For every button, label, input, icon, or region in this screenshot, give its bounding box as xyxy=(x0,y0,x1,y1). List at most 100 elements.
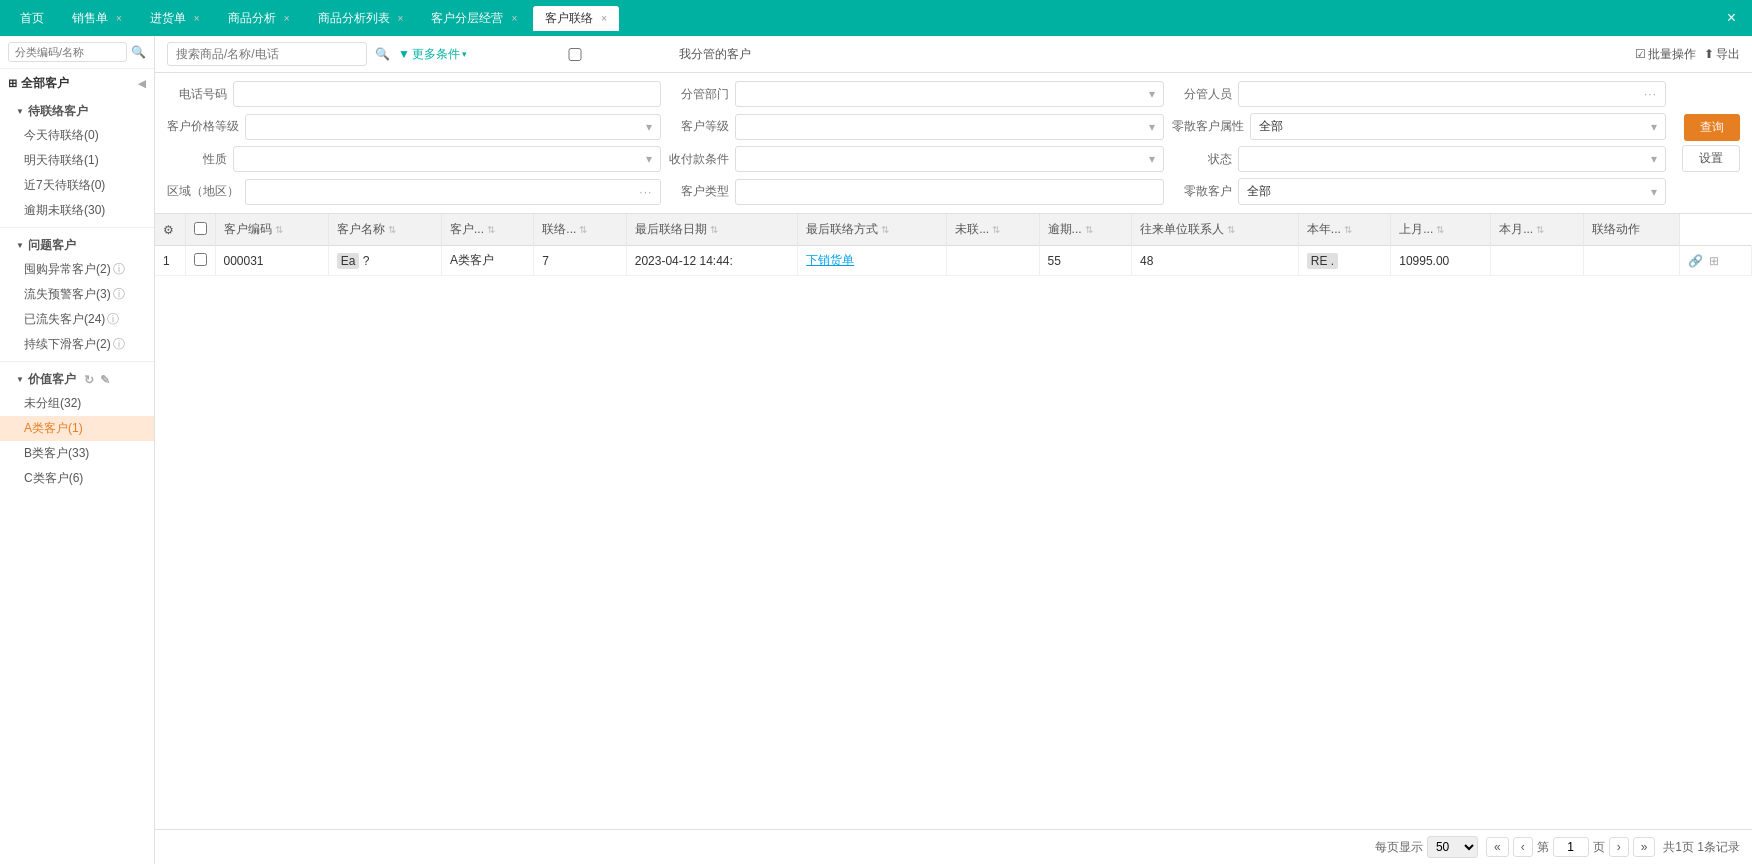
adv-field-phone: 电话号码 xyxy=(167,81,661,107)
sidebar-item-b-class[interactable]: B类客户(33) xyxy=(0,441,154,466)
sidebar-item-churn-warning[interactable]: 流失预警客户(3) ⓘ xyxy=(0,282,154,307)
edit-icon[interactable]: ✎ xyxy=(100,373,110,387)
th-name[interactable]: 客户名称 ⇅ xyxy=(328,214,441,246)
sidebar-item-declining[interactable]: 持续下滑客户(2) ⓘ xyxy=(0,332,154,357)
window-close-button[interactable]: × xyxy=(1719,9,1744,27)
region-select[interactable]: ··· xyxy=(245,179,661,205)
person-select[interactable]: ··· xyxy=(1238,81,1666,107)
phone-input[interactable] xyxy=(233,81,661,107)
row-action-grid-icon[interactable]: ⊞ xyxy=(1709,254,1719,268)
th-last-contact-date[interactable]: 最后联络日期 ⇅ xyxy=(626,214,797,246)
th-current-year[interactable]: 本年... ⇅ xyxy=(1298,214,1390,246)
sidebar-item-7days[interactable]: 近7天待联络(0) xyxy=(0,173,154,198)
row-checkbox[interactable] xyxy=(194,253,207,266)
sort-icon-overdue: ⇅ xyxy=(1085,224,1093,235)
filter-more-btn[interactable]: ▼ 更多条件 ▾ xyxy=(398,46,467,63)
nav-item-purchase[interactable]: 进货单 × xyxy=(138,6,212,31)
declining-label: 持续下滑客户(2) xyxy=(24,336,111,353)
customer-level-select[interactable]: ▾ xyxy=(735,114,1163,140)
search-input[interactable] xyxy=(167,42,367,66)
sort-icon-last-month: ⇅ xyxy=(1436,224,1444,235)
adv-filter-row-1: 电话号码 分管部门 ▾ 分管人员 xyxy=(167,81,1666,107)
sidebar-item-hoarding[interactable]: 囤购异常客户(2) ⓘ xyxy=(0,257,154,282)
payment-select[interactable]: ▾ xyxy=(735,146,1163,172)
page-number-input[interactable] xyxy=(1553,837,1589,857)
th-this-month[interactable]: 本月... ⇅ xyxy=(1491,214,1583,246)
refresh-icon[interactable]: ↻ xyxy=(84,373,94,387)
sidebar-item-overdue[interactable]: 逾期未联络(30) xyxy=(0,198,154,223)
th-contact-count[interactable]: 联络... ⇅ xyxy=(534,214,626,246)
sidebar-item-unclassified[interactable]: 未分组(32) xyxy=(0,391,154,416)
export-icon: ⬆ xyxy=(1704,47,1714,61)
query-button[interactable]: 查询 xyxy=(1684,114,1740,141)
th-settings[interactable]: ⚙ xyxy=(155,214,185,246)
sidebar-collapse-btn[interactable]: ◀ xyxy=(138,78,146,89)
nav-item-analysis[interactable]: 商品分析 × xyxy=(216,6,302,31)
nav-close-sales[interactable]: × xyxy=(116,13,122,24)
nav-item-home[interactable]: 首页 xyxy=(8,6,56,31)
hoarding-label: 囤购异常客户(2) xyxy=(24,261,111,278)
th-customer-type[interactable]: 客户... ⇅ xyxy=(441,214,533,246)
sidebar-group-problem[interactable]: ▼ 问题客户 xyxy=(0,232,154,257)
page-size-select[interactable]: 20 50 100 xyxy=(1427,836,1478,858)
row-contact-count: 7 xyxy=(542,254,549,268)
sidebar-group-pending[interactable]: ▼ 待联络客户 xyxy=(0,98,154,123)
sidebar-item-a-class[interactable]: A类客户(1) xyxy=(0,416,154,441)
price-level-select[interactable]: ▾ xyxy=(245,114,661,140)
nav-close-analysis[interactable]: × xyxy=(284,13,290,24)
last-page-btn[interactable]: » xyxy=(1633,837,1656,857)
th-uncontacted[interactable]: 未联... ⇅ xyxy=(947,214,1039,246)
filter-icon: ▼ xyxy=(398,47,410,61)
next-page-btn[interactable]: › xyxy=(1609,837,1629,857)
setting-button[interactable]: 设置 xyxy=(1682,145,1740,172)
th-last-contact-method[interactable]: 最后联络方式 ⇅ xyxy=(798,214,947,246)
filter-search-icon[interactable]: 🔍 xyxy=(375,47,390,61)
table-header-row: ⚙ 客户编码 ⇅ 客户名称 xyxy=(155,214,1752,246)
row-action-link-icon[interactable]: 🔗 xyxy=(1688,254,1703,268)
my-customer-filter[interactable]: 我分管的客户 xyxy=(475,46,751,63)
th-last-month[interactable]: 上月... ⇅ xyxy=(1391,214,1491,246)
th-code[interactable]: 客户编码 ⇅ xyxy=(215,214,328,246)
nature-select[interactable]: ▾ xyxy=(233,146,661,172)
td-last-contact-method[interactable]: 下销货单 xyxy=(798,246,947,276)
sidebar-item-c-class[interactable]: C类客户(6) xyxy=(0,466,154,491)
sidebar-item-today[interactable]: 今天待联络(0) xyxy=(0,123,154,148)
export-btn[interactable]: ⬆ 导出 xyxy=(1704,46,1740,63)
settings-icon[interactable]: ⚙ xyxy=(163,223,174,237)
nav-close-customer-tier[interactable]: × xyxy=(511,13,517,24)
nav-close-purchase[interactable]: × xyxy=(194,13,200,24)
prev-page-btn[interactable]: ‹ xyxy=(1513,837,1533,857)
nav-close-analysis-list[interactable]: × xyxy=(398,13,404,24)
my-customer-checkbox[interactable] xyxy=(475,48,675,61)
sidebar-item-churned[interactable]: 已流失客户(24) ⓘ xyxy=(0,307,154,332)
nav-item-customer-contact[interactable]: 客户联络 × xyxy=(533,6,619,31)
first-page-btn[interactable]: « xyxy=(1486,837,1509,857)
batch-operation-btn[interactable]: ☑ 批量操作 xyxy=(1635,46,1696,63)
td-num: 1 xyxy=(155,246,185,276)
dept-select[interactable]: ▾ xyxy=(735,81,1163,107)
th-checkbox[interactable] xyxy=(185,214,215,246)
th-overdue[interactable]: 逾期... ⇅ xyxy=(1039,214,1131,246)
nav-item-analysis-list[interactable]: 商品分析列表 × xyxy=(306,6,416,31)
sidebar-all-customers[interactable]: ⊞ 全部客户 ◀ xyxy=(0,69,154,98)
retail-attr-select[interactable]: 全部 ▾ xyxy=(1250,113,1666,140)
retail-customer-select[interactable]: 全部 ▾ xyxy=(1238,178,1666,205)
customer-type-input[interactable] xyxy=(735,179,1163,205)
th-contact-person[interactable]: 往来单位联系人 ⇅ xyxy=(1131,214,1298,246)
status-select[interactable]: ▾ xyxy=(1238,146,1666,172)
total-records: 共1页 1条记录 xyxy=(1663,839,1740,856)
sidebar-search-icon[interactable]: 🔍 xyxy=(131,45,146,59)
nav-close-customer-contact[interactable]: × xyxy=(601,13,607,24)
nav-item-customer-tier[interactable]: 客户分层经营 × xyxy=(419,6,529,31)
nav-label-purchase: 进货单 xyxy=(150,10,186,27)
nature-label: 性质 xyxy=(167,151,227,168)
row-last-contact-method[interactable]: 下销货单 xyxy=(806,253,854,267)
select-all-checkbox[interactable] xyxy=(194,222,207,235)
overdue-label: 逾期未联络(30) xyxy=(24,202,105,219)
nav-item-sales[interactable]: 销售单 × xyxy=(60,6,134,31)
sidebar-group-value[interactable]: ▼ 价值客户 ↻ ✎ xyxy=(0,366,154,391)
sidebar-search-input[interactable] xyxy=(8,42,127,62)
adv-filter-actions: 查询 设置 xyxy=(1682,81,1740,205)
td-checkbox[interactable] xyxy=(185,246,215,276)
sidebar-item-tomorrow[interactable]: 明天待联络(1) xyxy=(0,148,154,173)
